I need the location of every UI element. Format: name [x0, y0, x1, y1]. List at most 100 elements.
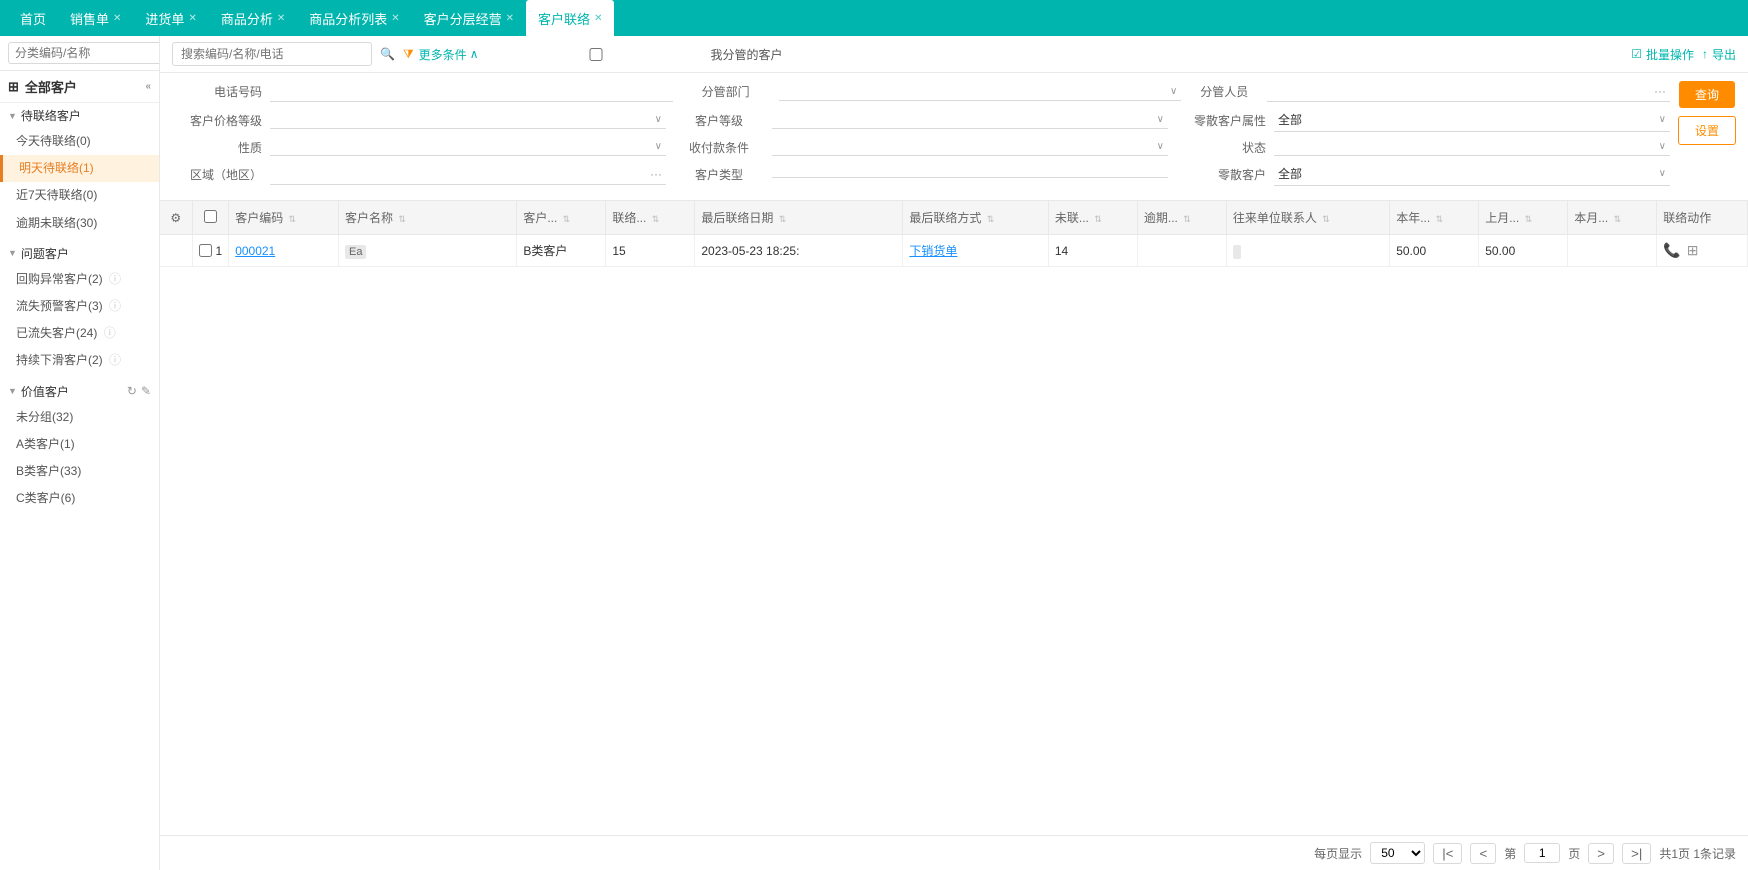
filter-icon: ⧩	[403, 47, 414, 62]
nav-purchase[interactable]: 进货单 ✕	[133, 0, 208, 36]
nav-purchase-close[interactable]: ✕	[188, 13, 196, 24]
sidebar-item-tomorrow[interactable]: 明天待联络(1)	[0, 155, 159, 182]
sidebar-item-ungrouped[interactable]: 未分组(32)	[0, 404, 159, 431]
filter-label-dept: 分管部门	[681, 83, 771, 100]
pending-arrow: ▼	[8, 111, 17, 121]
sidebar-item-7days[interactable]: 近7天待联络(0)	[0, 182, 159, 209]
select-all-checkbox[interactable]	[204, 210, 217, 223]
td-last-month: 50.00	[1479, 235, 1568, 267]
nav-product-analysis[interactable]: 商品分析 ✕	[209, 0, 297, 36]
my-customers-checkbox[interactable]	[486, 48, 706, 61]
info-icon-2: ⓘ	[109, 299, 121, 313]
customer-code-link[interactable]: 000021	[235, 244, 275, 258]
filter-dept-select[interactable]: ∨	[779, 83, 1182, 101]
filter-label-status: 状态	[1176, 139, 1266, 156]
filter-status-select[interactable]: ∨	[1274, 138, 1670, 156]
sidebar-item-a-class[interactable]: A类客户(1)	[0, 431, 159, 458]
my-customers-filter[interactable]: 我分管的客户	[486, 46, 782, 63]
page-number-input[interactable]	[1524, 843, 1560, 863]
sort-overdue-icon[interactable]: ⇅	[1183, 214, 1191, 224]
prev-page-btn[interactable]: <	[1470, 843, 1496, 864]
filter-row-2: 客户价格等级 ∨ 客户等级 ∨ 零散客户属性 全部	[172, 108, 1670, 132]
filter-retail-select[interactable]: 全部 ∨	[1274, 162, 1670, 186]
sort-contact-person-icon[interactable]: ⇅	[1322, 214, 1330, 224]
sort-last-date-icon[interactable]: ⇅	[779, 214, 787, 224]
nav-product-analysis-list[interactable]: 商品分析列表 ✕	[297, 0, 411, 36]
sidebar-search-input[interactable]	[8, 42, 160, 64]
filter-nature-select[interactable]: ∨	[270, 138, 666, 156]
value-group-header[interactable]: ▼ 价值客户 ↻ ✎	[0, 379, 159, 404]
sort-contact-icon[interactable]: ⇅	[652, 214, 660, 224]
settings-button[interactable]: 设置	[1678, 116, 1736, 145]
filter-row-4: 区域（地区） ··· 客户类型 零散客户 全部	[172, 162, 1670, 186]
last-method-link[interactable]: 下销货单	[909, 244, 957, 258]
nav-sales-close[interactable]: ✕	[113, 13, 121, 24]
filter-price-grade-select[interactable]: ∨	[270, 111, 666, 129]
row-checkbox[interactable]	[199, 244, 212, 257]
nav-customer-tier-close[interactable]: ✕	[506, 13, 514, 24]
filter-retail-attr-select[interactable]: 全部 ∨	[1274, 108, 1670, 132]
customer-table: ⚙ 客户编码 ⇅ 客户名称 ⇅ 客户... ⇅	[160, 201, 1748, 267]
batch-ops-btn[interactable]: ☑ 批量操作	[1631, 46, 1694, 63]
more-conditions-btn[interactable]: ⧩ 更多条件 ∧	[403, 46, 479, 63]
pending-group: ▼ 待联络客户 今天待联络(0) 明天待联络(1) 近7天待联络(0) 逾期未联…	[0, 103, 159, 237]
sort-this-month-icon[interactable]: ⇅	[1614, 214, 1622, 224]
retail-chevron-icon: ∨	[1659, 168, 1666, 179]
sidebar: 🔍 ⊞ 全部客户 « ▼ 待联络客户 今天待联络(0) 明天待联络(1) 近7天…	[0, 36, 160, 870]
sidebar-item-churn-warning[interactable]: 流失预警客户(3) ⓘ	[0, 293, 159, 320]
sort-type-icon[interactable]: ⇅	[563, 214, 571, 224]
table-row: 1 000021 Ea B类客户 15 2023-05-23 18:25:	[160, 235, 1748, 267]
sidebar-item-today[interactable]: 今天待联络(0)	[0, 128, 159, 155]
filter-label-customer-grade: 客户等级	[674, 112, 764, 129]
filter-phone-input[interactable]	[270, 81, 673, 102]
sort-last-method-icon[interactable]: ⇅	[987, 214, 995, 224]
th-this-month: 本月... ⇅	[1568, 201, 1657, 235]
first-page-btn[interactable]: |<	[1433, 843, 1462, 864]
filter-customer-grade-select[interactable]: ∨	[772, 111, 1168, 129]
nav-customer-contact-close[interactable]: ✕	[594, 13, 602, 24]
sidebar-collapse-btn[interactable]: «	[145, 81, 151, 92]
action-more-icon[interactable]: ⊞	[1687, 242, 1699, 259]
nav-customer-tier[interactable]: 客户分层经营 ✕	[412, 0, 526, 36]
filter-row-3: 性质 ∨ 收付款条件 ∨ 状态 ∨	[172, 138, 1670, 156]
sidebar-item-declining[interactable]: 持续下滑客户(2) ⓘ	[0, 347, 159, 374]
problem-group-header[interactable]: ▼ 问题客户	[0, 241, 159, 266]
value-edit-icon[interactable]: ✎	[141, 384, 151, 398]
nav-product-list-close[interactable]: ✕	[391, 13, 399, 24]
nav-sales[interactable]: 销售单 ✕	[58, 0, 133, 36]
value-refresh-icon[interactable]: ↻	[127, 384, 137, 398]
sidebar-item-c-class[interactable]: C类客户(6)	[0, 485, 159, 512]
nav-customer-contact[interactable]: 客户联络 ✕	[526, 0, 614, 36]
nature-chevron-icon: ∨	[655, 141, 662, 152]
page-size-select[interactable]: 50 100 200	[1370, 842, 1425, 864]
filter-label-nature: 性质	[172, 139, 262, 156]
main-search-input[interactable]	[172, 42, 372, 66]
filter-label-phone: 电话号码	[172, 83, 262, 100]
last-page-btn[interactable]: >|	[1622, 843, 1651, 864]
nav-home[interactable]: 首页	[8, 0, 58, 36]
sort-code-icon[interactable]: ⇅	[289, 214, 297, 224]
sidebar-item-churned[interactable]: 已流失客户(24) ⓘ	[0, 320, 159, 347]
sidebar-all-customers[interactable]: ⊞ 全部客户 «	[0, 71, 159, 103]
next-page-btn[interactable]: >	[1588, 843, 1614, 864]
sort-not-contact-icon[interactable]: ⇅	[1094, 214, 1102, 224]
filter-payment-select[interactable]: ∨	[772, 138, 1168, 156]
sort-this-year-icon[interactable]: ⇅	[1436, 214, 1444, 224]
td-index: 1	[192, 235, 229, 267]
main-search-button[interactable]: 🔍	[380, 47, 395, 61]
sort-last-month-icon[interactable]: ⇅	[1525, 214, 1533, 224]
filter-label-retail: 零散客户	[1176, 166, 1266, 183]
nav-product-analysis-close[interactable]: ✕	[277, 13, 285, 24]
filter-manager-select[interactable]: ···	[1267, 81, 1670, 102]
td-this-year: 50.00	[1390, 235, 1479, 267]
pending-group-header[interactable]: ▼ 待联络客户	[0, 103, 159, 128]
sidebar-item-overdue[interactable]: 逾期未联络(30)	[0, 210, 159, 237]
filter-customer-type-select[interactable]	[772, 171, 1168, 178]
sidebar-item-b-class[interactable]: B类客户(33)	[0, 458, 159, 485]
sort-name-icon[interactable]: ⇅	[398, 214, 406, 224]
sidebar-item-repurchase-anomaly[interactable]: 回购异常客户(2) ⓘ	[0, 266, 159, 293]
filter-region-select[interactable]: ···	[270, 164, 666, 185]
query-button[interactable]: 查询	[1679, 81, 1735, 108]
action-phone-icon[interactable]: 📞	[1663, 242, 1680, 259]
export-btn[interactable]: ↑ 导出	[1702, 46, 1736, 63]
